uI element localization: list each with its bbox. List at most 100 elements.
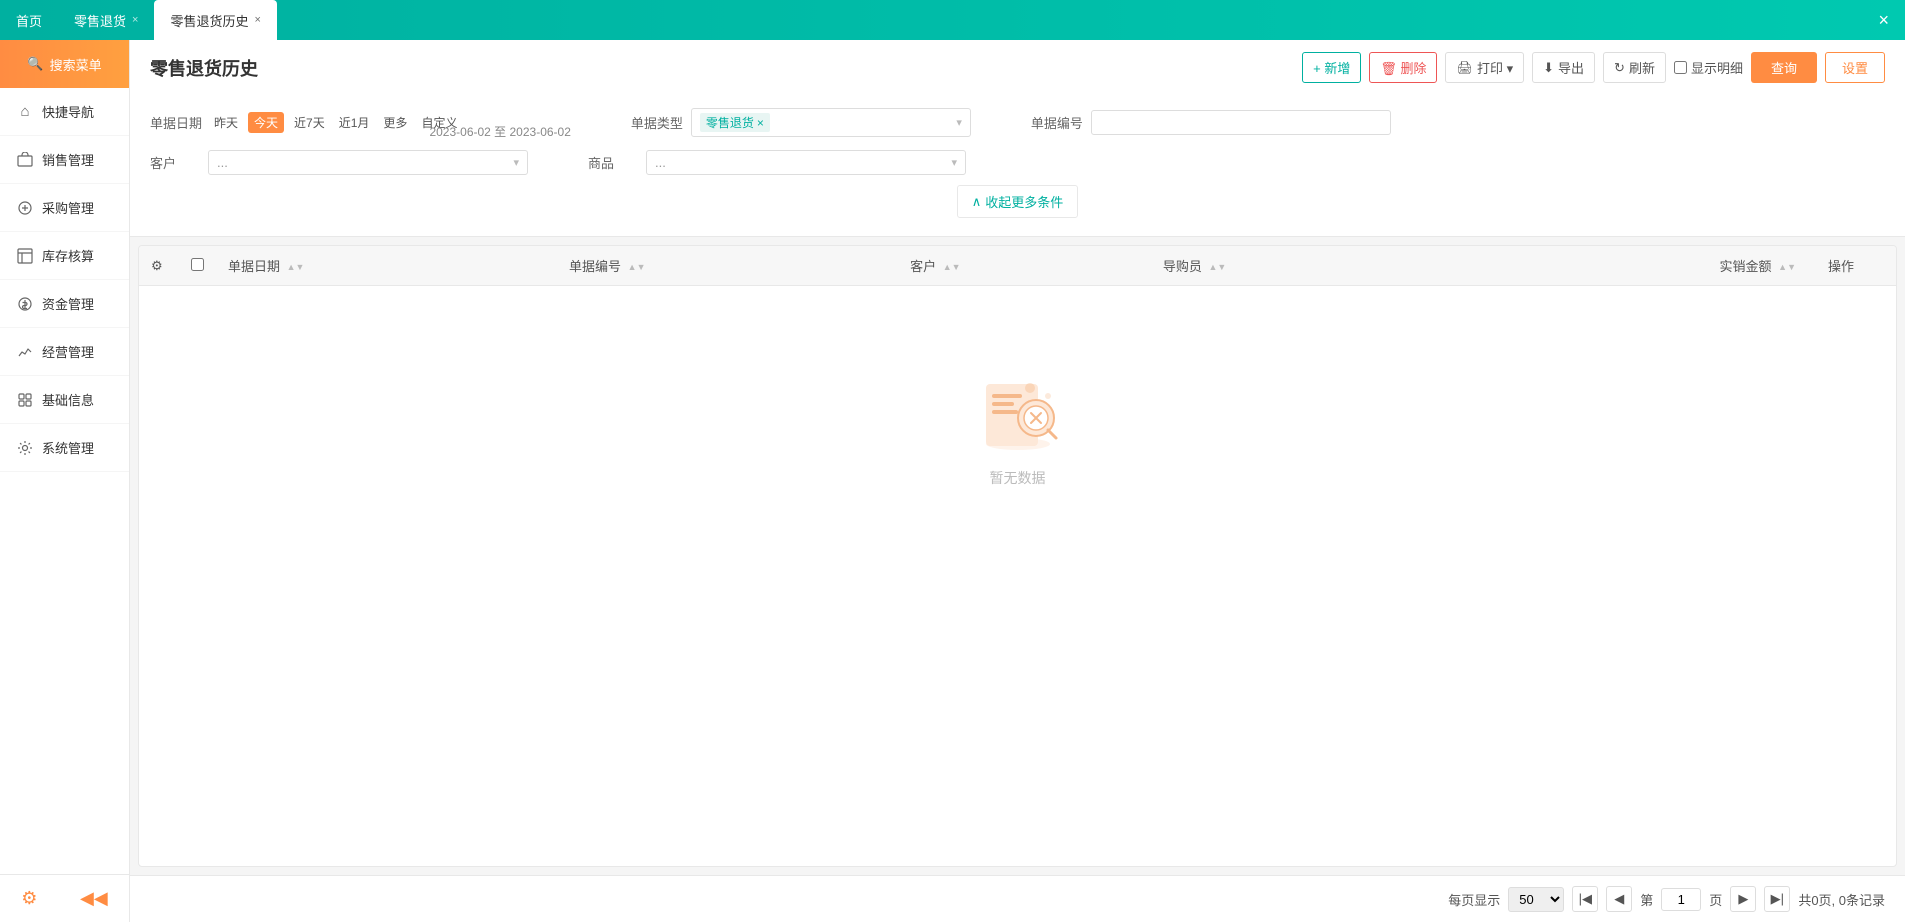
refresh-button[interactable]: ↻ 刷新 [1603,52,1666,83]
th-date[interactable]: 单据日期 ▲▼ [216,246,557,286]
sidebar-item-purchase[interactable]: 采购管理 [0,184,129,232]
sidebar-item-label: 经营管理 [42,342,94,361]
customer-label: 客户 [150,153,200,172]
filter-area: 单据日期 昨天 今天 近7天 近1月 更多 自定义 2023-06-02 至 2… [150,95,1885,236]
th-settings[interactable]: ⚙ [139,246,179,286]
page-size-label: 每页显示 [1448,890,1500,909]
sidebar-search-label: 搜索菜单 [50,55,102,74]
th-amount[interactable]: 实销金额 ▲▼ [1448,246,1816,286]
query-button[interactable]: 查询 [1751,52,1817,83]
data-table: ⚙ 单据日期 ▲▼ 单据编号 ▲▼ [139,246,1896,568]
th-voucher-no[interactable]: 单据编号 ▲▼ [557,246,898,286]
system-icon [16,439,34,457]
total-info: 共0页, 0条记录 [1798,890,1885,909]
sidebar-menu: ⌂ 快捷导航 销售管理 采购管理 库存核算 [0,88,129,874]
tab-retail-return-history-close[interactable]: × [254,14,260,26]
add-button[interactable]: + 新增 [1302,52,1361,83]
empty-state-row: 暂无数据 [139,286,1896,569]
sidebar-item-sales[interactable]: 销售管理 [0,136,129,184]
sidebar-item-quick-nav[interactable]: ⌂ 快捷导航 [0,88,129,136]
tab-retail-return[interactable]: 零售退货 × [58,0,154,40]
operations-icon [16,343,34,361]
sound-bottom-icon[interactable]: ◀◀ [80,888,108,909]
sidebar-item-operations[interactable]: 经营管理 [0,328,129,376]
date-btn-7days[interactable]: 近7天 [290,112,329,133]
collapse-label: 收起更多条件 [985,192,1063,211]
voucher-no-input[interactable] [1091,110,1391,135]
voucher-type-label: 单据类型 [631,113,683,132]
table-header-row: ⚙ 单据日期 ▲▼ 单据编号 ▲▼ [139,246,1896,286]
tab-retail-return-history[interactable]: 零售退货历史 × [154,0,276,40]
customer-filter: 客户 ... ▾ [150,150,528,175]
delete-button[interactable]: 🗑 删除 [1369,52,1437,83]
page-header: 零售退货历史 + 新增 🗑 删除 🖨 🖨 打印 打印 ▾ ⬇ 导出 ↻ [130,40,1905,237]
table-settings-icon[interactable]: ⚙ [151,258,163,273]
voucher-type-dropdown-arrow: ▾ [956,116,962,129]
prev-page-btn[interactable]: ◀ [1606,886,1632,912]
window-close-btn[interactable]: × [1862,10,1905,31]
display-detail-checkbox[interactable]: 显示明细 [1674,58,1743,77]
filter-row-2: 客户 ... ▾ 商品 ... ▾ [150,150,1885,175]
export-button[interactable]: ⬇ 导出 [1532,52,1595,83]
finance-icon [16,295,34,313]
date-btn-1month[interactable]: 近1月 [335,112,374,133]
th-ops: 操作 [1816,246,1896,286]
next-page-btn[interactable]: ▶ [1730,886,1756,912]
filter-row-1: 单据日期 昨天 今天 近7天 近1月 更多 自定义 2023-06-02 至 2… [150,105,1885,140]
date-filter-label: 单据日期 [150,113,202,132]
sort-amount-icon: ▲▼ [1778,263,1796,272]
sidebar-item-label: 采购管理 [42,198,94,217]
voucher-type-select[interactable]: 零售退货 × ▾ [691,108,971,137]
customer-placeholder: ... [217,155,228,170]
print-button[interactable]: 🖨 🖨 打印 打印 ▾ [1445,52,1524,83]
refresh-icon: ↻ [1614,60,1625,76]
table-body: 暂无数据 [139,286,1896,569]
customer-select[interactable]: ... ▾ [208,150,528,175]
display-detail-input[interactable] [1674,61,1687,74]
date-btn-yesterday[interactable]: 昨天 [210,112,242,133]
settings-bottom-icon[interactable]: ⚙ [21,888,37,909]
sidebar-item-label: 销售管理 [42,150,94,169]
select-all-checkbox[interactable] [191,258,204,271]
date-range-display: 2023-06-02 至 2023-06-02 [429,123,570,140]
date-filter-options: 昨天 今天 近7天 近1月 更多 自定义 [210,112,461,133]
settings-button[interactable]: 设置 [1825,52,1885,83]
date-btn-more[interactable]: 更多 [379,112,411,133]
first-page-btn[interactable]: |◀ [1572,886,1598,912]
top-bar: 首页 零售退货 × 零售退货历史 × × [0,0,1905,40]
th-guide[interactable]: 导购员 ▲▼ [1151,246,1448,286]
page-label: 第 [1640,890,1653,909]
sidebar-item-label: 库存核算 [42,246,94,265]
goods-select[interactable]: ... ▾ [646,150,966,175]
voucher-type-tag-close[interactable]: × [757,116,764,130]
last-page-btn[interactable]: ▶| [1764,886,1790,912]
empty-state: 暂无数据 [139,286,1896,568]
toolbar: + 新增 🗑 删除 🖨 🖨 打印 打印 ▾ ⬇ 导出 ↻ 刷新 [1302,52,1885,83]
tab-list: 首页 零售退货 × 零售退货历史 × [0,0,1862,40]
inventory-icon [16,247,34,265]
sidebar-item-system[interactable]: 系统管理 [0,424,129,472]
date-btn-today[interactable]: 今天 [248,112,284,133]
tab-retail-return-close[interactable]: × [132,14,138,26]
table-area: ⚙ 单据日期 ▲▼ 单据编号 ▲▼ [138,245,1897,867]
empty-text: 暂无数据 [990,468,1046,488]
sort-date-icon: ▲▼ [287,263,305,272]
page-title-row: 零售退货历史 + 新增 🗑 删除 🖨 🖨 打印 打印 ▾ ⬇ 导出 ↻ [150,52,1885,83]
sidebar-item-label: 快捷导航 [42,102,94,121]
purchase-icon [16,199,34,217]
sort-guide-icon: ▲▼ [1208,263,1226,272]
print-icon: 🖨 [1456,60,1473,76]
th-customer[interactable]: 客户 ▲▼ [898,246,1151,286]
sidebar-item-inventory[interactable]: 库存核算 [0,232,129,280]
sidebar-item-label: 资金管理 [42,294,94,313]
sidebar-item-finance[interactable]: 资金管理 [0,280,129,328]
page-number-input[interactable] [1661,888,1701,911]
tab-home[interactable]: 首页 [0,0,58,40]
th-checkbox[interactable] [179,246,216,286]
collapse-filters-btn[interactable]: ∧ 收起更多条件 [957,185,1079,218]
goods-dropdown-arrow: ▾ [951,156,957,169]
page-size-select[interactable]: 50 20 100 [1508,887,1564,912]
pagination-bar: 每页显示 50 20 100 |◀ ◀ 第 页 ▶ ▶| 共0页, 0条记录 [130,875,1905,922]
sidebar-search[interactable]: 🔍 搜索菜单 [0,40,129,88]
sidebar-item-base-info[interactable]: 基础信息 [0,376,129,424]
